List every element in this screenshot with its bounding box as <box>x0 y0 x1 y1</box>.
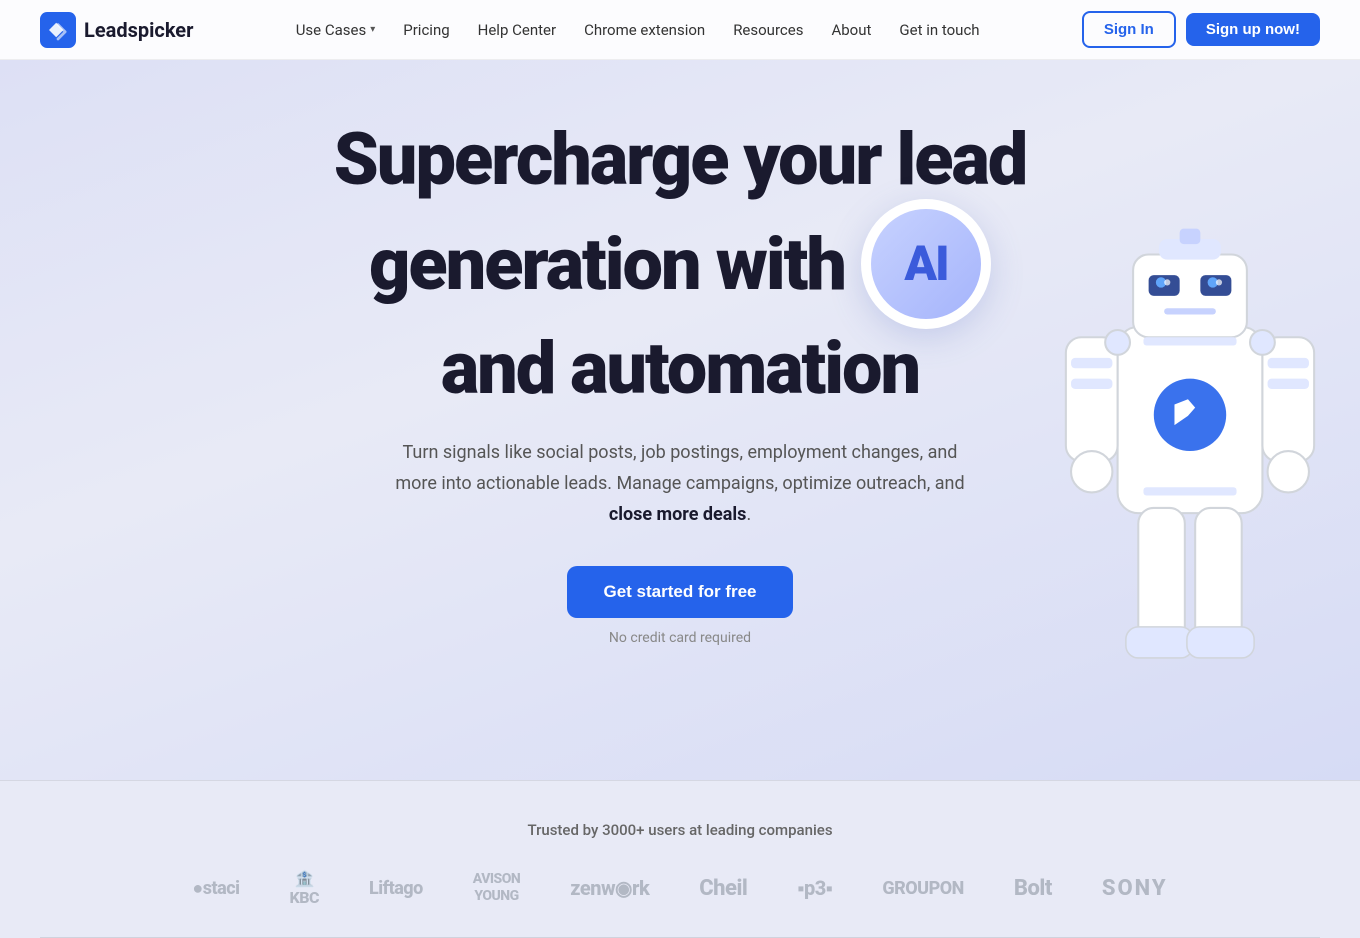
logo-staci: ●staci <box>192 878 239 899</box>
nav-use-cases[interactable]: Use Cases ▾ <box>286 15 386 45</box>
nav-links: Use Cases ▾ Pricing Help Center Chrome e… <box>286 15 990 45</box>
cta-button[interactable]: Get started for free <box>567 566 792 618</box>
nav-resources[interactable]: Resources <box>723 15 813 45</box>
logo-p3: ▪p3▪ <box>797 876 832 901</box>
hero-section: Supercharge your lead generation with AI… <box>0 60 1360 780</box>
logo-zenwork: zenw◉rk <box>570 876 649 900</box>
logo-cheil: Cheil <box>699 876 747 901</box>
chevron-down-icon: ▾ <box>370 24 375 35</box>
navbar: Leadspicker Use Cases ▾ Pricing Help Cen… <box>0 0 1360 60</box>
hero-title: Supercharge your lead generation with AI… <box>334 120 1027 408</box>
nav-help-center[interactable]: Help Center <box>468 15 566 45</box>
hero-content: Supercharge your lead generation with AI… <box>334 120 1027 646</box>
trusted-text: Trusted by 3000+ users at leading compan… <box>40 821 1320 839</box>
logo-kbc: 🏦 KBC <box>290 869 319 907</box>
hero-description: Turn signals like social posts, job post… <box>380 438 980 530</box>
nav-get-in-touch[interactable]: Get in touch <box>889 15 989 45</box>
robot-svg <box>1020 120 1360 720</box>
logo-bolt: Bolt <box>1014 876 1052 901</box>
signin-button[interactable]: Sign In <box>1082 11 1176 48</box>
signup-button[interactable]: Sign up now! <box>1186 13 1320 46</box>
logo-groupon: GROUPON <box>882 878 964 899</box>
nav-chrome-extension[interactable]: Chrome extension <box>574 15 715 45</box>
logo-liftago: Liftago <box>369 878 423 899</box>
hero-cta-container: Get started for free No credit card requ… <box>334 566 1027 646</box>
ai-badge: AI <box>861 199 991 329</box>
logo-avison: AVISON YOUNG <box>473 871 521 905</box>
logo-icon <box>40 12 76 48</box>
nav-about[interactable]: About <box>821 15 881 45</box>
cta-subtext: No credit card required <box>334 630 1027 646</box>
nav-pricing[interactable]: Pricing <box>393 15 459 45</box>
logo-sony: SONY <box>1102 876 1168 901</box>
logo-link[interactable]: Leadspicker <box>40 12 193 48</box>
brand-name: Leadspicker <box>84 18 193 42</box>
logos-row: ●staci 🏦 KBC Liftago AVISON YOUNG zenw◉r… <box>40 869 1320 907</box>
robot-illustration <box>1020 120 1360 720</box>
nav-actions: Sign In Sign up now! <box>1082 11 1320 48</box>
